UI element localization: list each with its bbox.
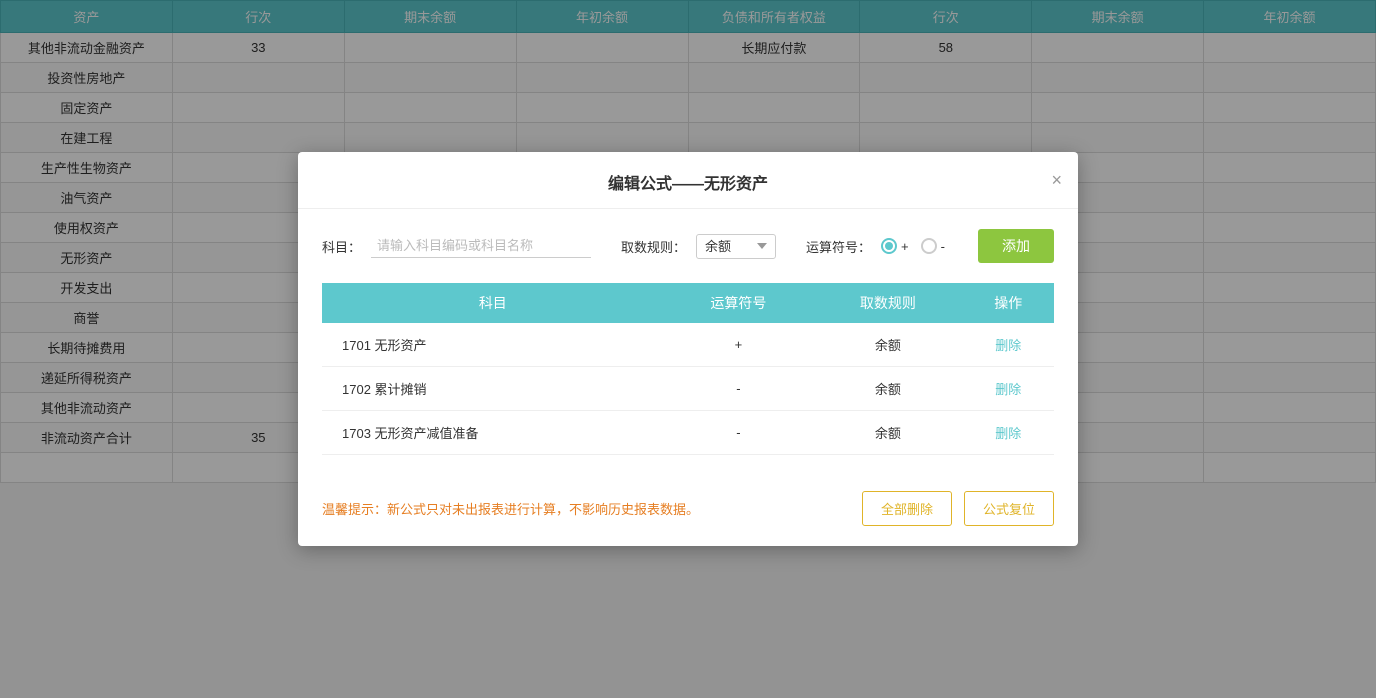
table-row: 1703 无形资产减值准备-余额 删除 (322, 411, 1054, 455)
form-row: 科目： 取数规则： 余额 运算符号： + (322, 229, 1054, 263)
formula-table-header: 操作 (963, 283, 1054, 323)
operator-plus-label: + (901, 239, 909, 254)
operator-cell: - (664, 411, 813, 455)
delete-all-button[interactable]: 全部删除 (862, 491, 952, 526)
modal-header: 编辑公式——无形资产 × (298, 152, 1078, 209)
rule-cell: 余额 (813, 367, 962, 411)
page-container: 资产行次期末余额年初余额负债和所有者权益行次期末余额年初余额 其他非流动金融资产… (0, 0, 1376, 698)
action-cell: 删除 (963, 367, 1054, 411)
modal-overlay: 编辑公式——无形资产 × 科目： 取数规则： 余额 运算符号： (0, 0, 1376, 698)
footer-tip: 温馨提示：新公式只对未出报表进行计算，不影响历史报表数据。 (322, 499, 699, 518)
operator-plus-radio[interactable]: + (881, 238, 909, 254)
modal-close-button[interactable]: × (1051, 171, 1062, 189)
operator-minus-radio[interactable]: - (921, 238, 945, 254)
operator-radio-group: + - (881, 238, 945, 254)
rule-select[interactable]: 余额 (696, 234, 776, 259)
subject-input[interactable] (371, 234, 591, 258)
radio-plus-circle (881, 238, 897, 254)
rule-cell: 余额 (813, 323, 962, 367)
formula-table-header: 科目 (322, 283, 664, 323)
action-cell: 删除 (963, 323, 1054, 367)
formula-table-header: 运算符号 (664, 283, 813, 323)
subject-label: 科目： (322, 237, 361, 256)
edit-formula-modal: 编辑公式——无形资产 × 科目： 取数规则： 余额 运算符号： (298, 152, 1078, 546)
formula-table: 科目运算符号取数规则操作 1701 无形资产+余额删除1702 累计摊销-余额删… (322, 283, 1054, 455)
footer-buttons: 全部删除 公式复位 (862, 491, 1054, 526)
action-cell: 删除 (963, 411, 1054, 455)
subject-cell: 1701 无形资产 (322, 323, 664, 367)
rule-label: 取数规则： (621, 237, 686, 256)
modal-footer: 温馨提示：新公式只对未出报表进行计算，不影响历史报表数据。 全部删除 公式复位 (298, 475, 1078, 546)
modal-body: 科目： 取数规则： 余额 运算符号： + (298, 209, 1078, 475)
add-button[interactable]: 添加 (978, 229, 1054, 263)
subject-cell: 1703 无形资产减值准备 (322, 411, 664, 455)
delete-row-button[interactable]: 删除 (995, 338, 1021, 353)
modal-title: 编辑公式——无形资产 (608, 176, 768, 193)
delete-row-button[interactable]: 删除 (995, 382, 1021, 397)
table-row: 1701 无形资产+余额 删除 (322, 323, 1054, 367)
operator-cell: - (664, 367, 813, 411)
operator-label: 运算符号： (806, 237, 871, 256)
subject-cell: 1702 累计摊销 (322, 367, 664, 411)
operator-cell: + (664, 323, 813, 367)
radio-minus-circle (921, 238, 937, 254)
rule-select-wrap: 余额 (696, 234, 776, 259)
operator-minus-label: - (941, 239, 945, 254)
table-row: 1702 累计摊销-余额 删除 (322, 367, 1054, 411)
reset-formula-button[interactable]: 公式复位 (964, 491, 1054, 526)
delete-row-button[interactable]: 删除 (995, 426, 1021, 441)
rule-cell: 余额 (813, 411, 962, 455)
formula-table-header: 取数规则 (813, 283, 962, 323)
